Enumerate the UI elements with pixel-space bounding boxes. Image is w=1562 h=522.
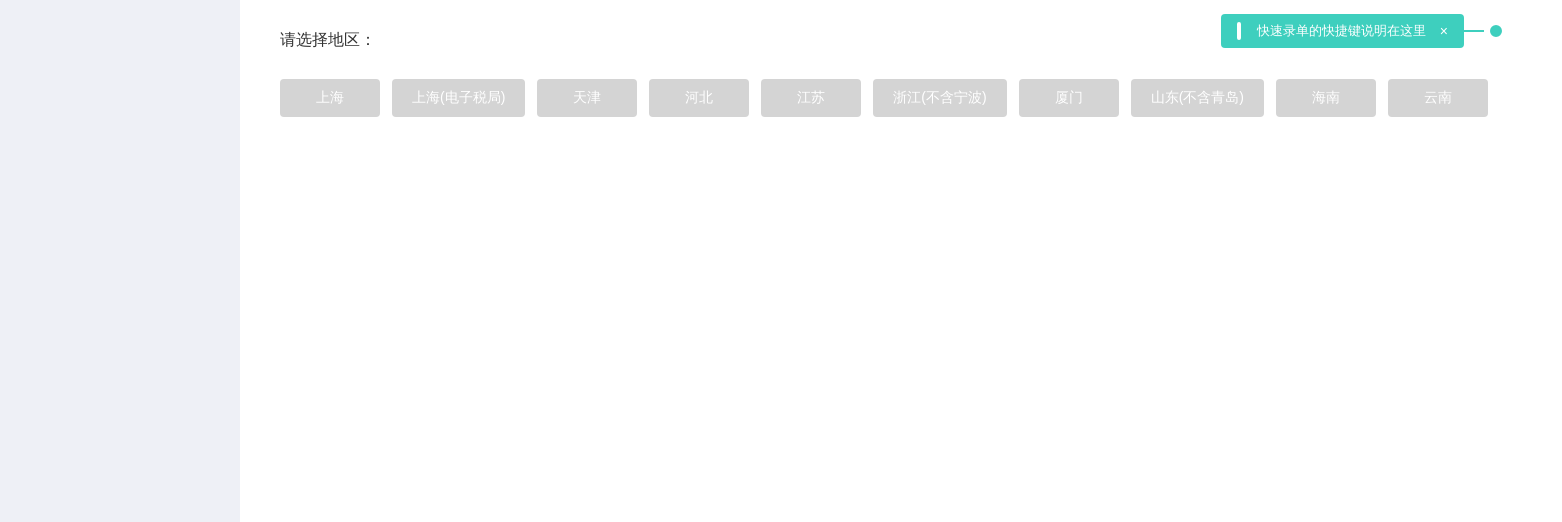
tooltip-bar: 快速录单的快捷键说明在这里 ×: [1221, 14, 1502, 48]
tooltip-connector: [1464, 25, 1502, 37]
region-button-shanghai-e[interactable]: 上海(电子税局): [392, 79, 525, 117]
tooltip-dot: [1490, 25, 1502, 37]
region-button-shanghai[interactable]: 上海: [280, 79, 380, 117]
region-button-zhejiang[interactable]: 浙江(不含宁波): [873, 79, 1006, 117]
region-button-hainan[interactable]: 海南: [1276, 79, 1376, 117]
region-button-tianjin[interactable]: 天津: [537, 79, 637, 117]
tooltip-bar-accent: [1237, 22, 1241, 40]
region-button-xiamen[interactable]: 厦门: [1019, 79, 1119, 117]
tooltip-content: 快速录单的快捷键说明在这里 ×: [1221, 14, 1464, 48]
sidebar: [0, 0, 240, 522]
tooltip-line: [1464, 30, 1484, 32]
tooltip-text: 快速录单的快捷键说明在这里: [1257, 22, 1426, 40]
main-content: 请选择地区： 上海上海(电子税局)天津河北江苏浙江(不含宁波)厦门山东(不含青岛…: [240, 0, 1562, 522]
region-button-yunnan[interactable]: 云南: [1388, 79, 1488, 117]
region-button-hebei[interactable]: 河北: [649, 79, 749, 117]
region-button-shandong[interactable]: 山东(不含青岛): [1131, 79, 1264, 117]
region-button-jiangsu[interactable]: 江苏: [761, 79, 861, 117]
tooltip-close-button[interactable]: ×: [1440, 23, 1448, 39]
region-grid: 上海上海(电子税局) 天津河北江苏浙江(不含宁波) 厦门山东(不含青岛) 海南云南: [280, 79, 1522, 117]
